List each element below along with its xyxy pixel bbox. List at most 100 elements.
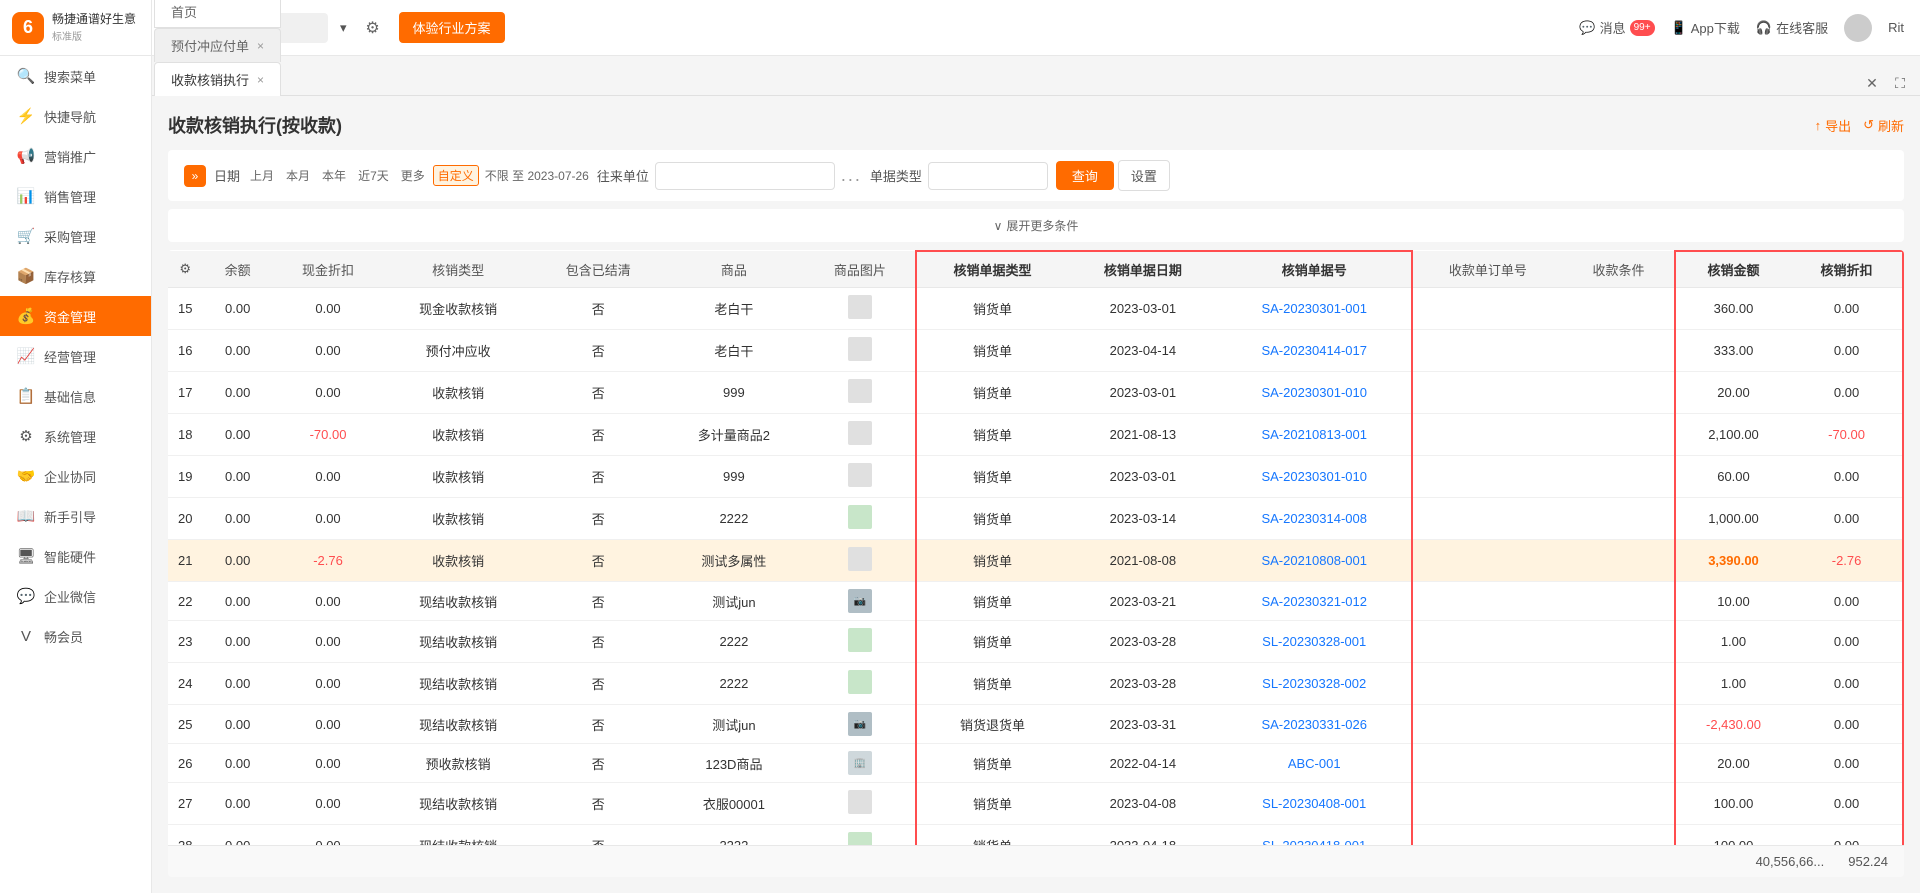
table-gear-icon[interactable]: ⚙ [179,261,191,276]
this-month-btn[interactable]: 本月 [282,165,314,186]
sidebar-item-采购管理[interactable]: 🛒采购管理 [0,216,151,256]
cell-verify_bill_no[interactable]: SL-20230328-001 [1218,621,1412,663]
cell-product: 衣服00001 [663,783,804,825]
sidebar-item-资金管理[interactable]: 💰资金管理 [0,296,151,336]
cell-verify_bill_no[interactable]: SA-20230301-010 [1218,456,1412,498]
sidebar-item-经营管理[interactable]: 📈经营管理 [0,336,151,376]
tab-close-icon[interactable]: × [257,73,264,87]
more-dates-btn[interactable]: 更多 [397,165,429,186]
settings-gear-icon[interactable]: ⚙ [359,14,387,42]
custom-date-btn[interactable]: 自定义 [433,165,479,186]
this-year-btn[interactable]: 本年 [318,165,350,186]
sidebar-item-畅会员[interactable]: V畅会员 [0,616,151,656]
bill-no-link[interactable]: SA-20230301-001 [1261,301,1367,316]
sidebar-item-智能硬件[interactable]: 🖥智能硬件 [0,536,151,576]
tab-首页[interactable]: 首页 [154,0,281,28]
filter-expand-button[interactable]: » [184,165,206,187]
bill-no-link[interactable]: SL-20230328-001 [1262,634,1366,649]
bill-no-link[interactable]: SA-20230414-017 [1261,343,1367,358]
last-month-btn[interactable]: 上月 [246,165,278,186]
bill-type-select[interactable] [928,162,1048,190]
bill-no-link[interactable]: SA-20230321-012 [1261,594,1367,609]
cell-verify_type: 预收款核销 [383,744,533,783]
sidebar-item-搜索菜单[interactable]: 🔍搜索菜单 [0,56,151,96]
cell-verify_bill_no[interactable]: SA-20230314-008 [1218,498,1412,540]
bill-no-link[interactable]: SA-20230301-010 [1261,385,1367,400]
page-actions: ↑ 导出 ↺ 刷新 [1815,116,1904,135]
cell-verify_bill_no[interactable]: SA-20230301-010 [1218,372,1412,414]
user-avatar[interactable] [1844,14,1872,42]
cell-verify_bill_no[interactable]: ABC-001 [1218,744,1412,783]
bill-type-label: 单据类型 [870,166,922,185]
sidebar-item-新手引导[interactable]: 📖新手引导 [0,496,151,536]
solution-button[interactable]: 体验行业方案 [399,12,505,43]
bill-no-link[interactable]: SL-20230408-001 [1262,796,1366,811]
last-7-days-btn[interactable]: 近7天 [354,165,393,186]
tab-收款核销执行[interactable]: 收款核销执行× [154,62,281,96]
bill-no-link[interactable]: SA-20230301-010 [1261,469,1367,484]
close-tab-icon[interactable]: ✕ [1860,71,1884,95]
cell-verify_bill_no[interactable]: SA-20230414-017 [1218,330,1412,372]
online-service-label: 在线客服 [1776,18,1828,37]
sidebar-item-基础信息[interactable]: 📋基础信息 [0,376,151,416]
cell-verify_date: 2021-08-13 [1068,414,1218,456]
bill-no-link[interactable]: SA-20210808-001 [1261,553,1367,568]
bill-no-link[interactable]: SA-20210813-001 [1261,427,1367,442]
sidebar-item-快捷导航[interactable]: ⚡快捷导航 [0,96,151,136]
expand-more-button[interactable]: ∨ 展开更多条件 [168,213,1904,238]
bill-no-link[interactable]: SL-20230418-001 [1262,838,1366,845]
cell-verify_discount: 0.00 [1791,705,1903,744]
cell-verify_date: 2023-03-01 [1068,288,1218,330]
tab-close-icon[interactable]: × [257,39,264,53]
cell-verify_bill_no[interactable]: SA-20210813-001 [1218,414,1412,456]
bill-no-link[interactable]: SA-20230331-026 [1261,717,1367,732]
cell-verify_bill_no[interactable]: SA-20230301-001 [1218,288,1412,330]
dropdown-chevron-icon: ▾ [340,20,347,36]
tab-预付冲应付单[interactable]: 预付冲应付单× [154,28,281,62]
cell-verify_bill_no[interactable]: SA-20230321-012 [1218,582,1412,621]
cell-verify_bill_no[interactable]: SA-20230331-026 [1218,705,1412,744]
tabbar: 首页预付冲应付单×收款核销执行× ✕ ⛶ [152,56,1920,96]
col-header-verify_bill_no: 核销单据号 [1218,251,1412,288]
cell-verify_bill_no[interactable]: SL-20230418-001 [1218,825,1412,846]
cell-verify_bill_no[interactable]: SL-20230328-002 [1218,663,1412,705]
cell-receipt_order_no [1412,414,1564,456]
sidebar-item-label: 快捷导航 [44,107,96,126]
export-button[interactable]: ↑ 导出 [1815,116,1852,135]
online-service-item[interactable]: 🎧 在线客服 [1756,18,1828,37]
cell-product: 多计量商品2 [663,414,804,456]
refresh-button[interactable]: ↺ 刷新 [1863,116,1904,135]
bill-no-link[interactable]: ABC-001 [1288,756,1341,771]
counterpart-input[interactable] [655,162,835,190]
tab-label: 首页 [171,2,197,21]
sidebar-item-营销推广[interactable]: 📢营销推广 [0,136,151,176]
cell-include_settled: 否 [533,498,663,540]
sidebar-icon: 🔍 [16,66,36,86]
sidebar-item-企业微信[interactable]: 💬企业微信 [0,576,151,616]
sidebar-item-销售管理[interactable]: 📊销售管理 [0,176,151,216]
topbar-dropdown[interactable]: ▾ [340,20,347,36]
bill-no-link[interactable]: SA-20230314-008 [1261,511,1367,526]
cell-receipt_condition [1563,663,1675,705]
maximize-icon[interactable]: ⛶ [1888,71,1912,95]
cell-product_img [805,540,917,582]
sidebar-item-企业协同[interactable]: 🤝企业协同 [0,456,151,496]
query-button[interactable]: 查询 [1056,161,1114,190]
cell-product_img: 📷 [805,582,917,621]
table-scroll-area[interactable]: ⚙余额现金折扣核销类型包含已结清商品商品图片核销单据类型核销单据日期核销单据号收… [168,250,1904,845]
app-download-item[interactable]: 📱 App下载 [1671,18,1740,37]
messages-item[interactable]: 💬 消息 99+ [1579,18,1654,37]
sidebar-item-库存核算[interactable]: 📦库存核算 [0,256,151,296]
topbar: ▾ ⚙ 体验行业方案 💬 消息 99+ 📱 App下载 🎧 在线客服 Rit [152,0,1920,56]
cell-balance: 0.00 [202,783,272,825]
cell-receipt_order_no [1412,783,1564,825]
filter-settings-button[interactable]: 设置 [1118,160,1170,191]
table-row: 220.000.00现结收款核销否测试jun📷销货单2023-03-21SA-2… [168,582,1903,621]
cell-verify_bill_type: 销货退货单 [916,705,1068,744]
cell-verify_bill_no[interactable]: SL-20230408-001 [1218,783,1412,825]
cell-product_img [805,288,917,330]
sidebar-item-系统管理[interactable]: ⚙系统管理 [0,416,151,456]
bill-no-link[interactable]: SL-20230328-002 [1262,676,1366,691]
cell-verify_bill_no[interactable]: SA-20210808-001 [1218,540,1412,582]
cell-product: 999 [663,372,804,414]
